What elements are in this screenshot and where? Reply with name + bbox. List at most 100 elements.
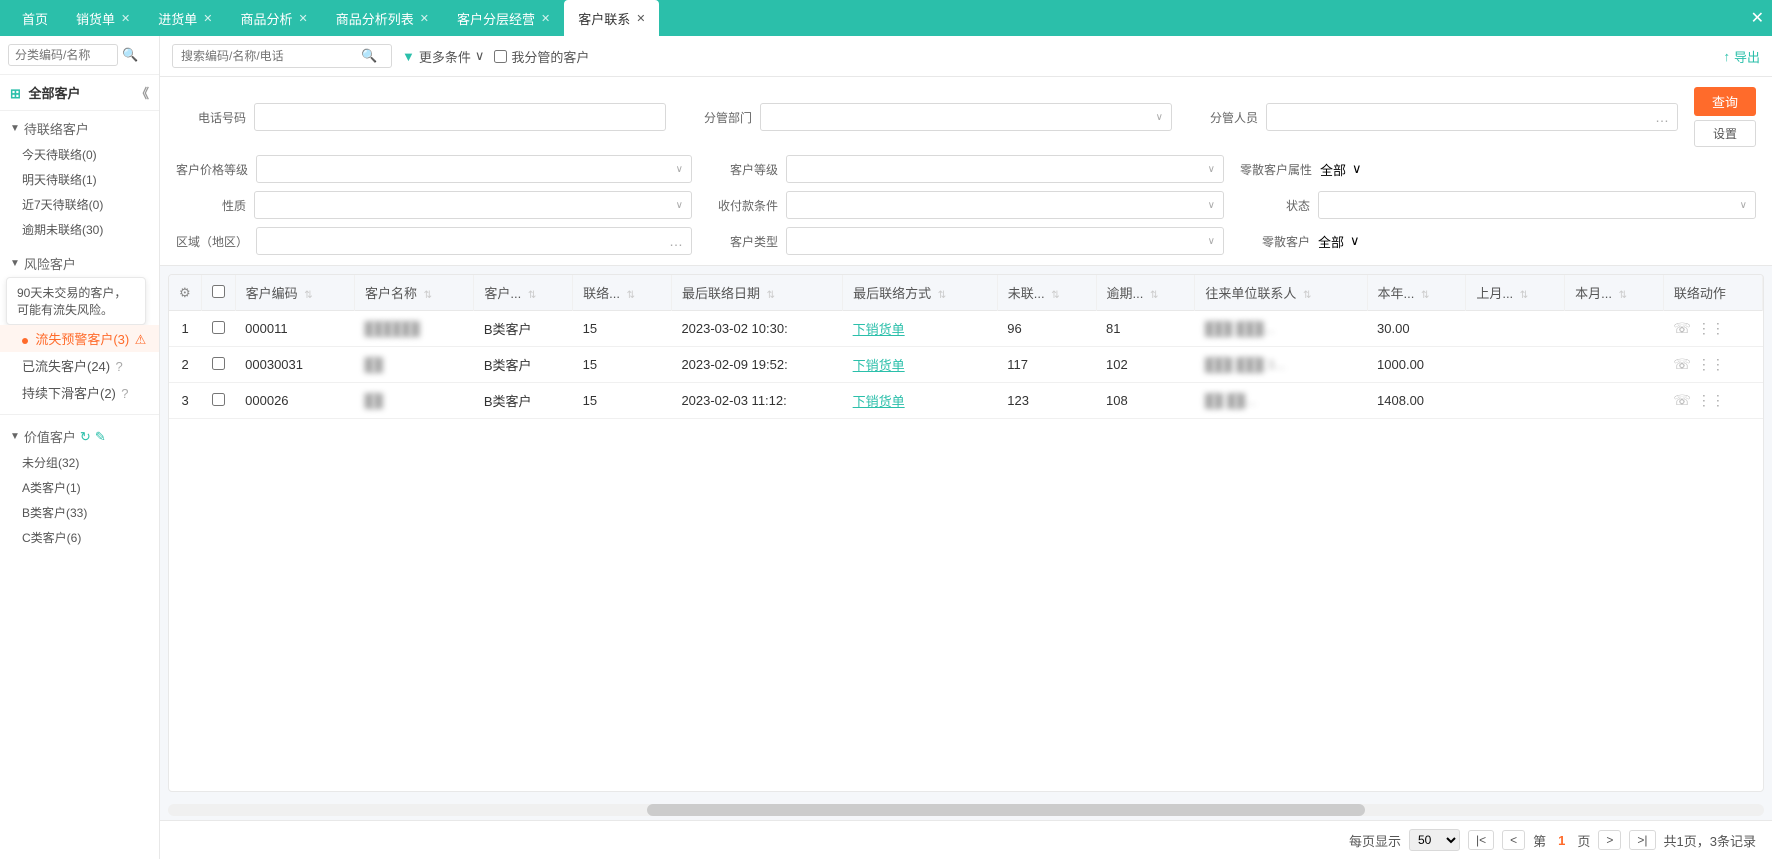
table-row: 3 000026 ██ B类客户 15 2023-02-03 11:12: 下销… (169, 383, 1763, 419)
select-all-checkbox[interactable] (212, 285, 225, 298)
tab-purchase-order[interactable]: 进货单 ✕ (144, 0, 226, 36)
area-input[interactable]: … (256, 227, 692, 255)
last-page-btn[interactable]: >| (1629, 830, 1655, 850)
close-icon[interactable]: ✕ (420, 12, 429, 25)
settings-col-header[interactable]: ⚙ (169, 275, 201, 311)
sidebar-item-class-c[interactable]: C类客户(6) (0, 525, 159, 550)
more-action-icon[interactable]: ⋮⋮ (1697, 392, 1725, 409)
sidebar-item-ungroup[interactable]: 未分组(32) (0, 450, 159, 475)
prev-page-btn[interactable]: < (1502, 830, 1525, 850)
close-icon[interactable]: ✕ (121, 12, 130, 25)
tab-home[interactable]: 首页 (8, 9, 62, 28)
customer-level-select[interactable]: ∨ (786, 155, 1224, 183)
checkbox-col-header[interactable] (201, 275, 235, 311)
refresh-icon[interactable]: ↻ (80, 429, 91, 445)
manager-input[interactable]: … (1266, 103, 1678, 131)
customer-type-select[interactable]: ∨ (786, 227, 1224, 255)
close-window-icon[interactable]: ✕ (1751, 8, 1764, 28)
sort-icon[interactable]: ⇅ (1619, 290, 1627, 301)
sidebar-item-class-b[interactable]: B类客户(33) (0, 500, 159, 525)
payment-select[interactable]: ∨ (786, 191, 1224, 219)
chevron-down-icon: ∨ (1208, 164, 1215, 175)
sort-icon[interactable]: ⇅ (424, 290, 432, 301)
grid-icon: ⊞ (10, 86, 21, 101)
tab-customer-contact[interactable]: 客户联系 ✕ (564, 0, 659, 36)
filter-search-input[interactable] (181, 49, 361, 63)
sort-icon[interactable]: ⇅ (304, 290, 312, 301)
phone-action-icon[interactable]: ☏ (1673, 320, 1691, 337)
gear-icon[interactable]: ⚙ (179, 285, 191, 300)
next-page-btn[interactable]: > (1598, 830, 1621, 850)
sidebar-item-churn-warning[interactable]: 流失预警客户(3) ⚠ (0, 325, 159, 352)
sidebar-item-overdue[interactable]: 逾期未联络(30) (0, 217, 159, 242)
sidebar-group-title-risk[interactable]: ▼ 风险客户 (0, 250, 159, 277)
price-level-select[interactable]: ∨ (256, 155, 692, 183)
phone-action-icon[interactable]: ☏ (1673, 356, 1691, 373)
close-icon[interactable]: ✕ (636, 12, 645, 25)
search-icon[interactable]: 🔍 (122, 47, 138, 63)
row-checkbox-cell (201, 311, 235, 347)
sidebar-item-declining[interactable]: 持续下滑客户(2) ? (0, 379, 159, 406)
first-page-btn[interactable]: |< (1468, 830, 1494, 850)
tab-sales-order[interactable]: 销货单 ✕ (62, 0, 144, 36)
close-icon[interactable]: ✕ (541, 12, 550, 25)
zero-customers-select[interactable]: 全部 ∨ (1318, 232, 1756, 251)
phone-action-icon[interactable]: ☏ (1673, 392, 1691, 409)
scrollbar-thumb[interactable] (647, 804, 1365, 816)
sidebar-item-today[interactable]: 今天待联络(0) (0, 142, 159, 167)
filter-bar-right: ↑ 导出 (1723, 47, 1760, 66)
sort-icon[interactable]: ⇅ (1303, 290, 1311, 301)
sidebar-item-7days[interactable]: 近7天待联络(0) (0, 192, 159, 217)
close-icon[interactable]: ✕ (299, 12, 308, 25)
more-action-icon[interactable]: ⋮⋮ (1697, 320, 1725, 337)
tab-product-analysis-list[interactable]: 商品分析列表 ✕ (322, 0, 443, 36)
sidebar-search-input[interactable] (8, 44, 118, 66)
tab-product-analysis[interactable]: 商品分析 ✕ (226, 0, 321, 36)
my-customers-check[interactable] (494, 50, 507, 63)
sort-icon[interactable]: ⇅ (938, 290, 946, 301)
gender-select[interactable]: ∨ (254, 191, 692, 219)
sidebar-item-class-a[interactable]: A类客户(1) (0, 475, 159, 500)
cell-last-method[interactable]: 下销货单 (843, 383, 998, 419)
cell-last-method[interactable]: 下销货单 (843, 311, 998, 347)
sort-icon[interactable]: ⇅ (528, 290, 536, 301)
tab-customer-layer[interactable]: 客户分层经营 ✕ (443, 0, 564, 36)
sort-icon[interactable]: ⇅ (1421, 290, 1429, 301)
row-checkbox[interactable] (212, 321, 225, 334)
cell-type: B类客户 (474, 347, 573, 383)
search-icon[interactable]: 🔍 (361, 48, 377, 64)
more-conditions-btn[interactable]: ▼ 更多条件 ∨ (402, 47, 484, 66)
row-checkbox[interactable] (212, 393, 225, 406)
row-checkbox[interactable] (212, 357, 225, 370)
sidebar-group-title-value[interactable]: ▼ 价值客户 ↻ ✎ (0, 423, 159, 450)
sidebar-item-tomorrow[interactable]: 明天待联络(1) (0, 167, 159, 192)
horizontal-scrollbar[interactable] (168, 804, 1764, 816)
per-page-select[interactable]: 50 100 (1409, 829, 1460, 851)
cell-unlisted: 117 (997, 347, 1096, 383)
more-icon: … (669, 233, 683, 249)
edit-icon[interactable]: ✎ (95, 429, 106, 445)
all-customers-item[interactable]: ⊞ 全部客户 《 (0, 75, 159, 111)
export-btn[interactable]: ↑ 导出 (1723, 47, 1760, 66)
sort-icon[interactable]: ⇅ (1150, 290, 1158, 301)
sort-icon[interactable]: ⇅ (1051, 290, 1059, 301)
cell-last-month (1466, 311, 1565, 347)
close-icon[interactable]: ✕ (203, 12, 212, 25)
collapse-icon[interactable]: 《 (136, 83, 149, 102)
status-select[interactable]: ∨ (1318, 191, 1756, 219)
cell-last-method[interactable]: 下销货单 (843, 347, 998, 383)
sort-icon[interactable]: ⇅ (1520, 290, 1528, 301)
area-label: 区域（地区） (176, 233, 248, 250)
sort-icon[interactable]: ⇅ (627, 290, 635, 301)
dept-select[interactable]: ∨ (760, 103, 1172, 131)
phone-input[interactable] (254, 103, 666, 131)
more-action-icon[interactable]: ⋮⋮ (1697, 356, 1725, 373)
sidebar-item-churned[interactable]: 已流失客户(24) ? (0, 352, 159, 379)
sort-icon[interactable]: ⇅ (767, 290, 775, 301)
zero-attr-select[interactable]: 全部 ∨ (1320, 160, 1756, 179)
query-button[interactable]: 查询 (1694, 87, 1756, 116)
settings-button[interactable]: 设置 (1694, 120, 1756, 147)
payment-label: 收付款条件 (708, 197, 778, 214)
sidebar-group-title-pending[interactable]: ▼ 待联络客户 (0, 115, 159, 142)
my-customers-checkbox[interactable]: 我分管的客户 (494, 47, 589, 66)
